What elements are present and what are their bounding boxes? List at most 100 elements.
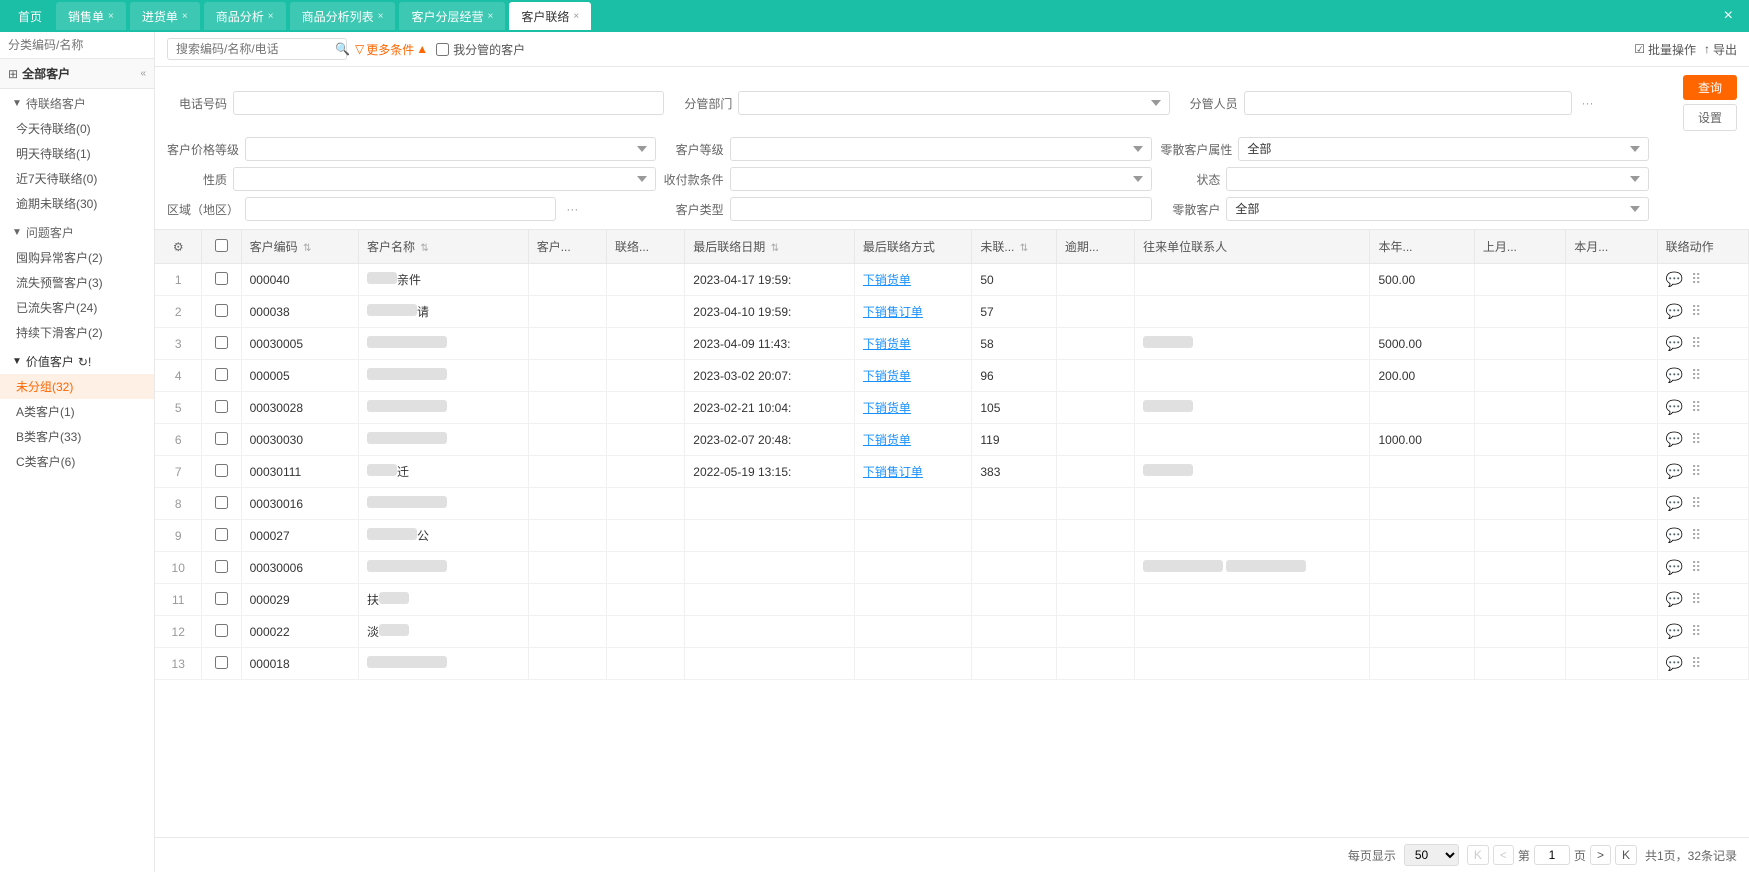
col-header-uncontact[interactable]: 未联... ⇅	[972, 230, 1056, 264]
more-action-icon[interactable]: ⠿	[1691, 431, 1701, 448]
export-btn[interactable]: ↑ 导出	[1704, 41, 1737, 58]
sidebar-item-overdue[interactable]: 逾期未联络(30)	[0, 191, 154, 216]
message-icon[interactable]: 💬	[1666, 271, 1683, 288]
more-action-icon[interactable]: ⠿	[1691, 495, 1701, 512]
sidebar-item-class-c[interactable]: C类客户(6)	[0, 449, 154, 474]
more-action-icon[interactable]: ⠿	[1691, 463, 1701, 480]
all-customers-header[interactable]: ⊞ 全部客户 «	[0, 59, 154, 89]
more-action-icon[interactable]: ⠿	[1691, 335, 1701, 352]
more-action-icon[interactable]: ⠿	[1691, 591, 1701, 608]
payment-select[interactable]	[730, 167, 1153, 191]
row-checkbox[interactable]	[215, 432, 228, 445]
message-icon[interactable]: 💬	[1666, 591, 1683, 608]
message-icon[interactable]: 💬	[1666, 335, 1683, 352]
my-customers-checkbox-label[interactable]: 我分管的客户	[436, 41, 525, 58]
last-method-link[interactable]: 下销售订单	[863, 305, 923, 319]
row-checkbox-cell[interactable]	[202, 584, 241, 616]
message-icon[interactable]: 💬	[1666, 495, 1683, 512]
sidebar-collapse-icon[interactable]: «	[140, 68, 146, 79]
col-header-name[interactable]: 客户名称 ⇅	[359, 230, 529, 264]
dept-select[interactable]	[738, 91, 1169, 115]
search-icon[interactable]: 🔍	[335, 42, 350, 56]
more-action-icon[interactable]: ⠿	[1691, 271, 1701, 288]
row-checkbox-cell[interactable]	[202, 616, 241, 648]
close-sales-order-icon[interactable]: ×	[108, 11, 114, 22]
tab-sales-order[interactable]: 销售单 ×	[56, 2, 126, 30]
tab-customer-segment[interactable]: 客户分层经营 ×	[399, 2, 505, 30]
tab-customer-contact[interactable]: 客户联络 ×	[509, 2, 591, 30]
page-number-input[interactable]	[1534, 845, 1570, 865]
message-icon[interactable]: 💬	[1666, 431, 1683, 448]
close-product-analysis-icon[interactable]: ×	[268, 11, 274, 22]
problem-customers-header[interactable]: ▼ 问题客户	[0, 220, 154, 245]
sidebar-item-today[interactable]: 今天待联络(0)	[0, 116, 154, 141]
search-input[interactable]	[176, 42, 331, 56]
col-header-date[interactable]: 最后联络日期 ⇅	[685, 230, 855, 264]
more-action-icon[interactable]: ⠿	[1691, 303, 1701, 320]
last-method-link[interactable]: 下销货单	[863, 337, 911, 351]
scatter-attr-select[interactable]: 全部	[1238, 137, 1649, 161]
scatter-cust-select[interactable]: 全部	[1226, 197, 1649, 221]
price-level-select[interactable]	[245, 137, 656, 161]
message-icon[interactable]: 💬	[1666, 559, 1683, 576]
query-button[interactable]: 查询	[1683, 75, 1737, 100]
home-tab[interactable]: 首页	[8, 8, 52, 25]
row-checkbox[interactable]	[215, 304, 228, 317]
my-customers-checkbox[interactable]	[436, 43, 449, 56]
row-checkbox[interactable]	[215, 272, 228, 285]
more-action-icon[interactable]: ⠿	[1691, 399, 1701, 416]
close-purchase-icon[interactable]: ×	[182, 11, 188, 22]
batch-ops-btn[interactable]: ☑ 批量操作	[1634, 41, 1696, 58]
next-page-btn[interactable]: >	[1590, 845, 1611, 865]
row-checkbox[interactable]	[215, 624, 228, 637]
message-icon[interactable]: 💬	[1666, 399, 1683, 416]
last-method-link[interactable]: 下销货单	[863, 369, 911, 383]
close-segment-icon[interactable]: ×	[487, 11, 493, 22]
row-checkbox[interactable]	[215, 592, 228, 605]
more-action-icon[interactable]: ⠿	[1691, 559, 1701, 576]
sidebar-item-declining[interactable]: 持续下滑客户(2)	[0, 320, 154, 345]
row-checkbox[interactable]	[215, 496, 228, 509]
nature-select[interactable]	[233, 167, 656, 191]
tab-purchase-order[interactable]: 进货单 ×	[130, 2, 200, 30]
refresh-icon[interactable]: ↻	[78, 355, 88, 369]
row-checkbox[interactable]	[215, 336, 228, 349]
more-action-icon[interactable]: ⠿	[1691, 655, 1701, 672]
row-checkbox[interactable]	[215, 528, 228, 541]
row-checkbox-cell[interactable]	[202, 456, 241, 488]
row-checkbox-cell[interactable]	[202, 328, 241, 360]
first-page-btn[interactable]: K	[1467, 845, 1489, 865]
col-header-check[interactable]	[202, 230, 241, 264]
message-icon[interactable]: 💬	[1666, 527, 1683, 544]
row-checkbox-cell[interactable]	[202, 488, 241, 520]
col-header-code[interactable]: 客户编码 ⇅	[241, 230, 358, 264]
last-method-link[interactable]: 下销货单	[863, 273, 911, 287]
value-customers-header[interactable]: ▼ 价值客户 ↻ !	[0, 349, 154, 374]
status-select[interactable]	[1226, 167, 1649, 191]
sidebar-item-hoarding[interactable]: 囤购异常客户(2)	[0, 245, 154, 270]
last-method-link[interactable]: 下销售订单	[863, 465, 923, 479]
sidebar-item-7days[interactable]: 近7天待联络(0)	[0, 166, 154, 191]
more-action-icon[interactable]: ⠿	[1691, 623, 1701, 640]
more-action-icon[interactable]: ⠿	[1691, 527, 1701, 544]
phone-input[interactable]	[233, 91, 664, 115]
last-method-link[interactable]: 下销货单	[863, 433, 911, 447]
message-icon[interactable]: 💬	[1666, 303, 1683, 320]
select-all-checkbox[interactable]	[215, 239, 228, 252]
sidebar-item-unclassified[interactable]: 未分组(32)	[0, 374, 154, 399]
more-action-icon[interactable]: ⠿	[1691, 367, 1701, 384]
reset-button[interactable]: 设置	[1683, 104, 1737, 131]
message-icon[interactable]: 💬	[1666, 463, 1683, 480]
sidebar-item-tomorrow[interactable]: 明天待联络(1)	[0, 141, 154, 166]
row-checkbox[interactable]	[215, 560, 228, 573]
prev-page-btn[interactable]: <	[1493, 845, 1514, 865]
row-checkbox-cell[interactable]	[202, 648, 241, 680]
customer-level-select[interactable]	[730, 137, 1153, 161]
pending-contact-header[interactable]: ▼ 待联络客户	[0, 91, 154, 116]
region-dots-icon[interactable]: ···	[562, 202, 582, 216]
person-dots-icon[interactable]: ···	[1578, 96, 1598, 110]
close-contact-icon[interactable]: ×	[573, 11, 579, 22]
window-close-button[interactable]: ×	[1716, 7, 1741, 25]
sidebar-item-class-b[interactable]: B类客户(33)	[0, 424, 154, 449]
region-input[interactable]	[245, 197, 556, 221]
